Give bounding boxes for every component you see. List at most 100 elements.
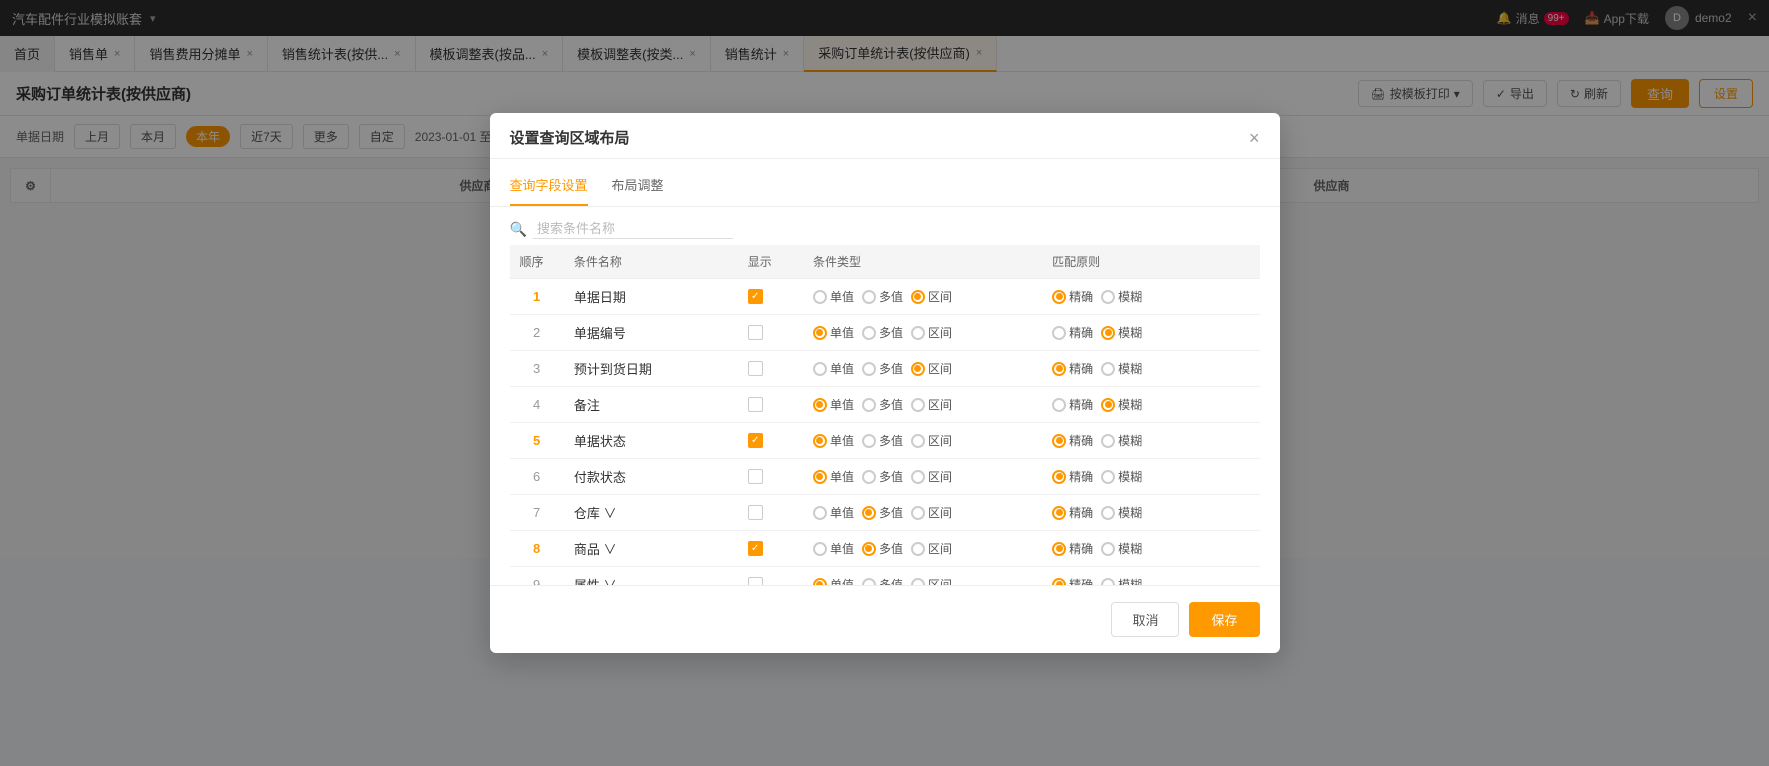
radio-type-区间[interactable]: 区间 <box>911 576 952 585</box>
show-checkbox[interactable] <box>748 433 763 448</box>
modal-table-row: 7仓库 ∨单值多值区间精确模糊 <box>510 495 1260 531</box>
radio-circle <box>1052 470 1066 484</box>
radio-match-精确[interactable]: 精确 <box>1052 540 1093 557</box>
radio-circle <box>813 398 827 412</box>
radio-type-单值[interactable]: 单值 <box>813 432 854 449</box>
th-order: 顺序 <box>510 245 564 279</box>
row-show-checkbox[interactable] <box>738 351 803 387</box>
radio-type-单值[interactable]: 单值 <box>813 576 854 585</box>
radio-type-多值[interactable]: 多值 <box>862 540 903 557</box>
radio-circle <box>1052 578 1066 586</box>
row-type-radios: 单值多值 区间 <box>803 351 1042 387</box>
row-match-radios: 精确模糊 <box>1042 567 1259 586</box>
row-show-checkbox[interactable] <box>738 567 803 586</box>
radio-type-多值[interactable]: 多值 <box>862 432 903 449</box>
radio-circle <box>862 362 876 376</box>
radio-match-模糊[interactable]: 模糊 <box>1101 540 1142 557</box>
radio-circle <box>813 290 827 304</box>
radio-type-单值[interactable]: 单值 <box>813 396 854 413</box>
radio-type-区间[interactable]: 区间 <box>911 396 952 413</box>
radio-type-多值[interactable]: 多值 <box>862 360 903 377</box>
radio-label: 多值 <box>879 468 903 485</box>
radio-match-精确[interactable]: 精确 <box>1052 432 1093 449</box>
show-checkbox[interactable] <box>748 469 763 484</box>
radio-match-模糊[interactable]: 模糊 <box>1101 396 1142 413</box>
radio-type-单值[interactable]: 单值 <box>813 468 854 485</box>
show-checkbox[interactable] <box>748 325 763 340</box>
radio-label: 区间 <box>928 360 952 377</box>
radio-type-单值[interactable]: 单值 <box>813 360 854 377</box>
radio-match-模糊[interactable]: 模糊 <box>1101 324 1142 341</box>
radio-type-单值[interactable]: 单值 <box>813 504 854 521</box>
show-checkbox[interactable] <box>748 361 763 376</box>
radio-label: 精确 <box>1069 324 1093 341</box>
radio-circle <box>1052 290 1066 304</box>
row-condition-name: 仓库 ∨ <box>564 495 738 531</box>
modal-tabs: 查询字段设置 布局调整 <box>490 159 1280 207</box>
radio-match-精确[interactable]: 精确 <box>1052 288 1093 305</box>
modal-tab-query-fields[interactable]: 查询字段设置 <box>510 169 588 206</box>
radio-match-模糊[interactable]: 模糊 <box>1101 504 1142 521</box>
row-show-checkbox[interactable] <box>738 459 803 495</box>
row-type-radios: 单值 多值区间 <box>803 567 1042 586</box>
radio-label: 多值 <box>879 576 903 585</box>
radio-type-单值[interactable]: 单值 <box>813 324 854 341</box>
row-match-radios: 精确模糊 <box>1042 315 1259 351</box>
radio-type-多值[interactable]: 多值 <box>862 576 903 585</box>
radio-label: 区间 <box>928 540 952 557</box>
modal-close-button[interactable]: × <box>1249 129 1260 147</box>
show-checkbox[interactable] <box>748 505 763 520</box>
condition-search-input[interactable] <box>533 219 733 239</box>
row-show-checkbox[interactable] <box>738 279 803 315</box>
row-condition-name: 预计到货日期 <box>564 351 738 387</box>
radio-type-区间[interactable]: 区间 <box>911 432 952 449</box>
radio-type-区间[interactable]: 区间 <box>911 468 952 485</box>
radio-type-多值[interactable]: 多值 <box>862 288 903 305</box>
radio-match-精确[interactable]: 精确 <box>1052 468 1093 485</box>
radio-type-单值[interactable]: 单值 <box>813 540 854 557</box>
radio-circle <box>1101 434 1115 448</box>
row-show-checkbox[interactable] <box>738 531 803 567</box>
row-show-checkbox[interactable] <box>738 387 803 423</box>
radio-type-区间[interactable]: 区间 <box>911 504 952 521</box>
cancel-button[interactable]: 取消 <box>1111 602 1179 637</box>
radio-type-区间[interactable]: 区间 <box>911 288 952 305</box>
show-checkbox[interactable] <box>748 541 763 556</box>
radio-match-模糊[interactable]: 模糊 <box>1101 432 1142 449</box>
modal-tab-layout[interactable]: 布局调整 <box>612 169 664 206</box>
radio-type-多值[interactable]: 多值 <box>862 504 903 521</box>
radio-type-区间[interactable]: 区间 <box>911 540 952 557</box>
show-checkbox[interactable] <box>748 289 763 304</box>
radio-circle <box>1101 362 1115 376</box>
radio-label: 精确 <box>1069 540 1093 557</box>
radio-match-模糊[interactable]: 模糊 <box>1101 360 1142 377</box>
radio-label: 模糊 <box>1118 540 1142 557</box>
radio-match-精确[interactable]: 精确 <box>1052 324 1093 341</box>
radio-type-区间[interactable]: 区间 <box>911 360 952 377</box>
radio-circle <box>862 290 876 304</box>
radio-match-精确[interactable]: 精确 <box>1052 504 1093 521</box>
save-button[interactable]: 保存 <box>1189 602 1259 637</box>
row-show-checkbox[interactable] <box>738 423 803 459</box>
radio-type-单值[interactable]: 单值 <box>813 288 854 305</box>
radio-type-多值[interactable]: 多值 <box>862 324 903 341</box>
radio-type-区间[interactable]: 区间 <box>911 324 952 341</box>
radio-match-模糊[interactable]: 模糊 <box>1101 576 1142 585</box>
row-match-radios: 精确 模糊 <box>1042 531 1259 567</box>
row-show-checkbox[interactable] <box>738 495 803 531</box>
show-checkbox[interactable] <box>748 577 763 585</box>
radio-type-多值[interactable]: 多值 <box>862 468 903 485</box>
radio-match-精确[interactable]: 精确 <box>1052 396 1093 413</box>
radio-label: 多值 <box>879 504 903 521</box>
radio-type-多值[interactable]: 多值 <box>862 396 903 413</box>
modal-overlay[interactable]: 设置查询区域布局 × 查询字段设置 布局调整 🔍 顺序 条件名称 显示 条件类型 <box>0 0 1769 766</box>
radio-match-精确[interactable]: 精确 <box>1052 576 1093 585</box>
radio-match-模糊[interactable]: 模糊 <box>1101 468 1142 485</box>
show-checkbox[interactable] <box>748 397 763 412</box>
radio-match-模糊[interactable]: 模糊 <box>1101 288 1142 305</box>
radio-circle <box>1101 290 1115 304</box>
row-order: 4 <box>510 387 564 423</box>
row-show-checkbox[interactable] <box>738 315 803 351</box>
radio-match-精确[interactable]: 精确 <box>1052 360 1093 377</box>
radio-label: 单值 <box>830 288 854 305</box>
